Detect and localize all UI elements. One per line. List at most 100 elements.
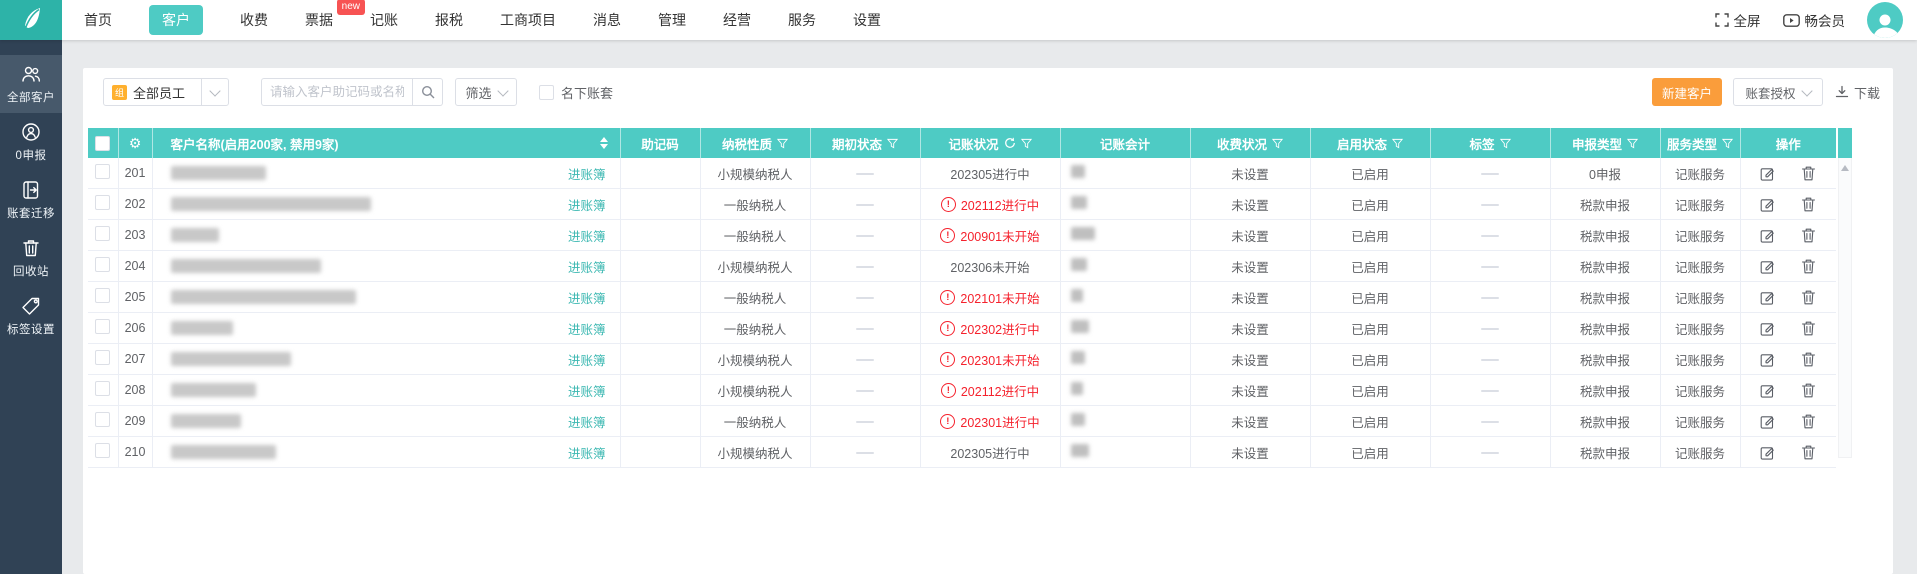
edit-icon[interactable] (1760, 290, 1775, 305)
row-checkbox[interactable] (95, 381, 111, 396)
edit-icon[interactable] (1760, 259, 1775, 274)
header-declare-type[interactable]: 申报类型 (1550, 128, 1661, 158)
header-enabled-status[interactable]: 启用状态 (1310, 128, 1431, 158)
delete-icon[interactable] (1801, 258, 1816, 274)
new-customer-button[interactable]: 新建客户 (1652, 78, 1722, 106)
open-ledger-link[interactable]: 进账簿 (568, 226, 606, 245)
ledger-authorize-label: 账套授权 (1745, 86, 1796, 101)
operations-cell (1740, 405, 1836, 437)
delete-icon[interactable] (1801, 196, 1816, 212)
filter-funnel-icon (1272, 138, 1283, 148)
header-bookkeeping-status[interactable]: 记账状况 (920, 128, 1061, 158)
edit-icon[interactable] (1760, 228, 1775, 243)
accountant-cell (1060, 219, 1191, 251)
own-ledger-checkbox[interactable] (539, 84, 554, 100)
edit-icon[interactable] (1760, 445, 1775, 460)
empty-dash (856, 172, 874, 175)
edit-icon[interactable] (1760, 166, 1775, 181)
open-ledger-link[interactable]: 进账簿 (568, 443, 606, 462)
row-checkbox[interactable] (95, 443, 111, 458)
open-ledger-link[interactable]: 进账簿 (568, 381, 606, 400)
tax-type-cell: 一般纳税人 (700, 281, 811, 313)
edit-icon[interactable] (1760, 414, 1775, 429)
sort-icon[interactable] (599, 137, 608, 149)
nav-item-1[interactable]: 首页 (84, 10, 112, 30)
delete-icon[interactable] (1801, 227, 1816, 243)
edit-icon[interactable] (1760, 383, 1775, 398)
app-logo[interactable] (0, 0, 62, 40)
sidebar-item-回收站[interactable]: 回收站 (0, 229, 62, 287)
sidebar-item-全部客户[interactable]: 全部客户 (0, 55, 62, 113)
member-button[interactable]: 畅会员 (1782, 10, 1845, 30)
search-input[interactable] (261, 78, 413, 106)
search-button[interactable] (413, 78, 443, 106)
nav-item-9[interactable]: 管理 (658, 10, 686, 30)
nav-item-8[interactable]: 消息 (593, 10, 621, 30)
filter-dropdown[interactable]: 筛选 (455, 78, 517, 106)
delete-icon[interactable] (1801, 413, 1816, 429)
header-tag[interactable]: 标签 (1430, 128, 1551, 158)
warning-icon: ! (940, 196, 956, 212)
empty-dash (1481, 265, 1499, 268)
nav-item-3[interactable]: 收费 (240, 10, 268, 30)
ledger-authorize-button[interactable]: 账套授权 (1733, 78, 1823, 106)
delete-icon[interactable] (1801, 165, 1816, 181)
row-checkbox[interactable] (95, 412, 111, 427)
open-ledger-link[interactable]: 进账簿 (568, 164, 606, 183)
open-ledger-link[interactable]: 进账簿 (568, 195, 606, 214)
nav-item-7[interactable]: 工商项目 (500, 10, 556, 30)
nav-item-4[interactable]: 票据 new (305, 0, 365, 30)
row-checkbox[interactable] (95, 226, 111, 241)
nav-item-12[interactable]: 设置 (853, 10, 881, 30)
edit-icon[interactable] (1760, 321, 1775, 336)
header-fee-status[interactable]: 收费状况 (1190, 128, 1311, 158)
employee-filter-select[interactable]: 组 全部员工 (103, 78, 229, 106)
sidebar-item-0申报[interactable]: 0申报 (0, 113, 62, 171)
row-checkbox[interactable] (95, 257, 111, 272)
delete-icon[interactable] (1801, 320, 1816, 336)
scroll-up-arrow-icon[interactable] (1841, 165, 1849, 171)
header-service-type[interactable]: 服务类型 (1660, 128, 1741, 158)
table-body: 201 进账簿 小规模纳税人 ! 202305进行中 未设置 已启用 0申报 记… (88, 158, 1836, 468)
customer-name-redacted (170, 414, 241, 428)
operations-cell (1740, 374, 1836, 406)
table-scrollbar[interactable] (1838, 128, 1852, 458)
avatar[interactable] (1867, 2, 1903, 38)
status-cell: ! 202101未开始 (920, 281, 1061, 313)
nav-item-10[interactable]: 经营 (723, 10, 751, 30)
fullscreen-button[interactable]: 全屏 (1714, 10, 1761, 30)
open-ledger-link[interactable]: 进账簿 (568, 350, 606, 369)
enabled-status-cell: 已启用 (1310, 158, 1431, 189)
open-ledger-link[interactable]: 进账簿 (568, 412, 606, 431)
open-ledger-link[interactable]: 进账簿 (568, 319, 606, 338)
header-initial-status[interactable]: 期初状态 (810, 128, 921, 158)
open-ledger-link[interactable]: 进账簿 (568, 257, 606, 276)
nav-item-11[interactable]: 服务 (788, 10, 816, 30)
row-checkbox[interactable] (95, 195, 111, 210)
nav-item-2[interactable]: 客户 (149, 5, 203, 35)
edit-icon[interactable] (1760, 197, 1775, 212)
open-ledger-link[interactable]: 进账簿 (568, 288, 606, 307)
warning-icon: ! (940, 382, 956, 398)
row-checkbox[interactable] (95, 288, 111, 303)
nav-item-6[interactable]: 报税 (435, 10, 463, 30)
delete-icon[interactable] (1801, 444, 1816, 460)
edit-icon[interactable] (1760, 352, 1775, 367)
sidebar-item-账套迁移[interactable]: 账套迁移 (0, 171, 62, 229)
delete-icon[interactable] (1801, 289, 1816, 305)
row-checkbox[interactable] (95, 319, 111, 334)
row-checkbox[interactable] (95, 164, 111, 179)
scrollbar-track[interactable] (1838, 158, 1852, 458)
row-checkbox[interactable] (95, 350, 111, 365)
sidebar-item-标签设置[interactable]: 标签设置 (0, 287, 62, 345)
initial-status-cell (810, 188, 921, 220)
header-customer-name[interactable]: 客户名称(启用200家, 禁用9家) (152, 128, 621, 158)
delete-icon[interactable] (1801, 382, 1816, 398)
header-columns-settings[interactable]: ⚙ (118, 128, 153, 158)
nav-item-5[interactable]: 记账 (370, 10, 398, 30)
header-select-all[interactable] (88, 128, 119, 158)
delete-icon[interactable] (1801, 351, 1816, 367)
header-tax-type[interactable]: 纳税性质 (700, 128, 811, 158)
initial-status-cell (810, 281, 921, 313)
download-button[interactable]: 下载 (1835, 78, 1880, 106)
